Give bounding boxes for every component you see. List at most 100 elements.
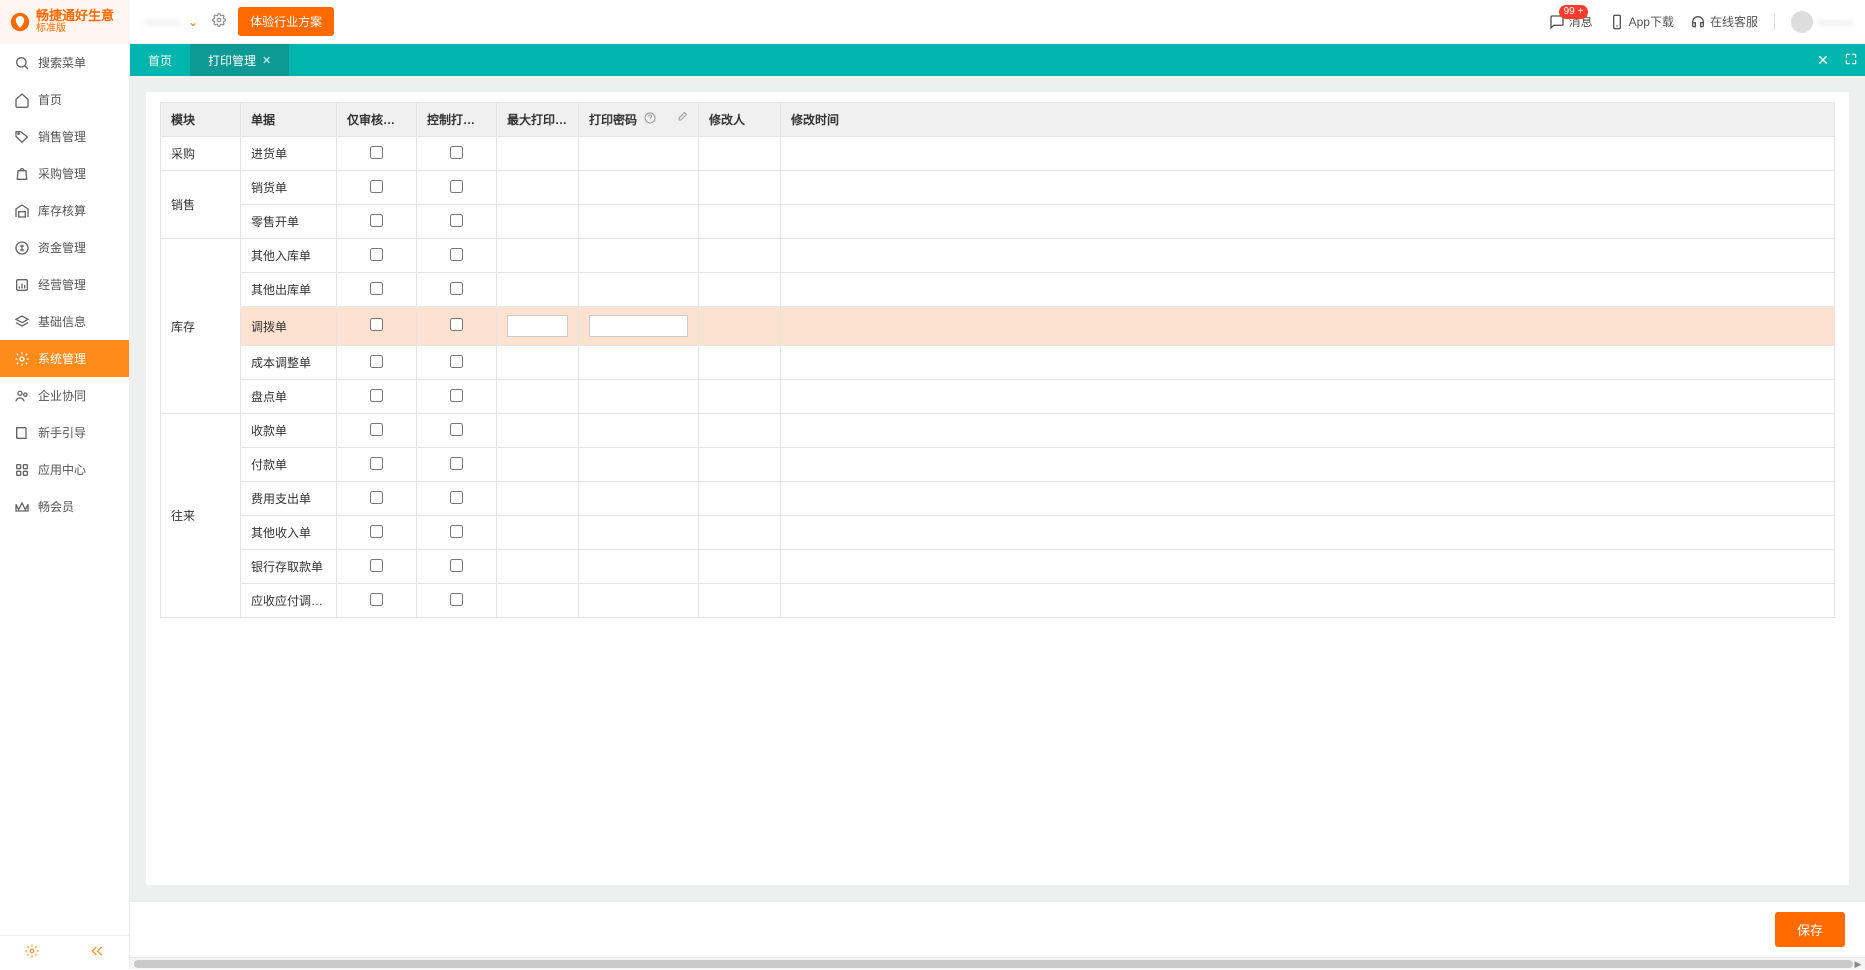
checkbox[interactable]: [450, 248, 463, 261]
experience-plan-button[interactable]: 体验行业方案: [238, 7, 334, 36]
online-service-link[interactable]: 在线客服: [1690, 13, 1758, 30]
cell-modifier: [699, 482, 781, 516]
checkbox[interactable]: [450, 457, 463, 470]
tab-home[interactable]: 首页: [130, 44, 190, 76]
sidebar-item-5[interactable]: 资金管理: [0, 229, 129, 266]
save-button[interactable]: 保存: [1775, 912, 1845, 947]
cell-only-after-audit: [337, 346, 417, 380]
checkbox[interactable]: [450, 146, 463, 159]
checkbox[interactable]: [450, 282, 463, 295]
sidebar-settings-button[interactable]: [0, 936, 65, 969]
checkbox[interactable]: [370, 525, 383, 538]
checkbox[interactable]: [370, 214, 383, 227]
tab-print-management[interactable]: 打印管理 ✕: [190, 44, 289, 76]
cell-doc: 零售开单: [241, 205, 337, 239]
sidebar-item-11[interactable]: 应用中心: [0, 451, 129, 488]
checkbox[interactable]: [370, 423, 383, 436]
cell-max-count: [497, 307, 579, 346]
cell-modify-time: [781, 414, 1835, 448]
avatar-icon: [1791, 11, 1813, 33]
checkbox[interactable]: [370, 355, 383, 368]
cell-password: [579, 482, 699, 516]
cell-module: 销售: [161, 171, 241, 239]
checkbox[interactable]: [450, 389, 463, 402]
cell-doc: 其他出库单: [241, 273, 337, 307]
brand-logo-icon: [10, 12, 30, 32]
cell-doc: 收款单: [241, 414, 337, 448]
sidebar-item-2[interactable]: 销售管理: [0, 118, 129, 155]
edit-icon[interactable]: [676, 111, 688, 123]
app-download-link[interactable]: App下载: [1609, 13, 1674, 30]
table-row: 其他收入单: [161, 516, 1835, 550]
sidebar-item-9[interactable]: 企业协同: [0, 377, 129, 414]
sidebar-item-4[interactable]: 库存核算: [0, 192, 129, 229]
cell-modifier: [699, 205, 781, 239]
fullscreen-button[interactable]: [1837, 52, 1865, 69]
horizontal-scrollbar[interactable]: ▶: [130, 957, 1865, 969]
sidebar-item-10[interactable]: 新手引导: [0, 414, 129, 451]
sidebar-item-0[interactable]: 搜索菜单: [0, 44, 129, 81]
cell-doc: 进货单: [241, 137, 337, 171]
checkbox[interactable]: [450, 559, 463, 572]
cell-max-count: [497, 414, 579, 448]
scroll-right-icon[interactable]: ▶: [1853, 958, 1863, 970]
sidebar-item-label: 基础信息: [38, 313, 86, 330]
messages-link[interactable]: 99 + 消息: [1549, 13, 1593, 30]
cell-modify-time: [781, 205, 1835, 239]
cell-only-after-audit: [337, 516, 417, 550]
tag-icon: [14, 129, 30, 145]
max-print-input[interactable]: [507, 315, 568, 337]
close-icon[interactable]: ✕: [262, 54, 271, 67]
tab-print-management-label: 打印管理: [208, 52, 256, 69]
main-area: 首页 打印管理 ✕ ✕ 模块: [130, 44, 1865, 969]
table-row: 库存其他入库单: [161, 239, 1835, 273]
sidebar-item-7[interactable]: 基础信息: [0, 303, 129, 340]
expand-icon: [1844, 52, 1858, 66]
checkbox[interactable]: [370, 282, 383, 295]
checkbox[interactable]: [370, 457, 383, 470]
checkbox[interactable]: [370, 146, 383, 159]
cell-control-count: [417, 273, 497, 307]
tab-close-all-button[interactable]: ✕: [1809, 52, 1837, 69]
sidebar-item-label: 应用中心: [38, 461, 86, 478]
sidebar-item-8[interactable]: 系统管理: [0, 340, 129, 377]
checkbox[interactable]: [450, 525, 463, 538]
search-icon: [14, 55, 30, 71]
checkbox[interactable]: [450, 423, 463, 436]
sidebar-collapse-button[interactable]: [65, 936, 130, 969]
user-menu[interactable]: ———: [1791, 11, 1853, 33]
checkbox[interactable]: [450, 214, 463, 227]
checkbox[interactable]: [370, 491, 383, 504]
checkbox[interactable]: [450, 180, 463, 193]
cell-modify-time: [781, 273, 1835, 307]
checkbox[interactable]: [370, 180, 383, 193]
table-row: 应收应付调整单: [161, 584, 1835, 618]
checkbox[interactable]: [450, 491, 463, 504]
checkbox[interactable]: [370, 389, 383, 402]
checkbox[interactable]: [450, 355, 463, 368]
sidebar-item-3[interactable]: 采购管理: [0, 155, 129, 192]
cell-module: 采购: [161, 137, 241, 171]
topbar: 畅捷通好生意 标准版 ——— ⌄ 体验行业方案 99 + 消息 App下载 在线…: [0, 0, 1865, 44]
sidebar-item-1[interactable]: 首页: [0, 81, 129, 118]
checkbox[interactable]: [370, 318, 383, 331]
scrollbar-thumb[interactable]: [134, 960, 1853, 968]
account-selector[interactable]: ——— ⌄: [144, 15, 198, 29]
cell-modifier: [699, 137, 781, 171]
sidebar-item-12[interactable]: 畅会员: [0, 488, 129, 525]
cell-doc: 应收应付调整单: [241, 584, 337, 618]
divider: [1774, 14, 1775, 30]
print-password-input[interactable]: [589, 315, 688, 337]
checkbox[interactable]: [450, 318, 463, 331]
team-icon: [14, 388, 30, 404]
cell-module: 库存: [161, 239, 241, 414]
sidebar-item-6[interactable]: 经营管理: [0, 266, 129, 303]
help-icon[interactable]: [644, 112, 656, 124]
th-module: 模块: [161, 103, 241, 137]
cell-max-count: [497, 584, 579, 618]
checkbox[interactable]: [370, 559, 383, 572]
checkbox[interactable]: [450, 593, 463, 606]
account-settings-icon[interactable]: [212, 13, 226, 30]
checkbox[interactable]: [370, 593, 383, 606]
checkbox[interactable]: [370, 248, 383, 261]
